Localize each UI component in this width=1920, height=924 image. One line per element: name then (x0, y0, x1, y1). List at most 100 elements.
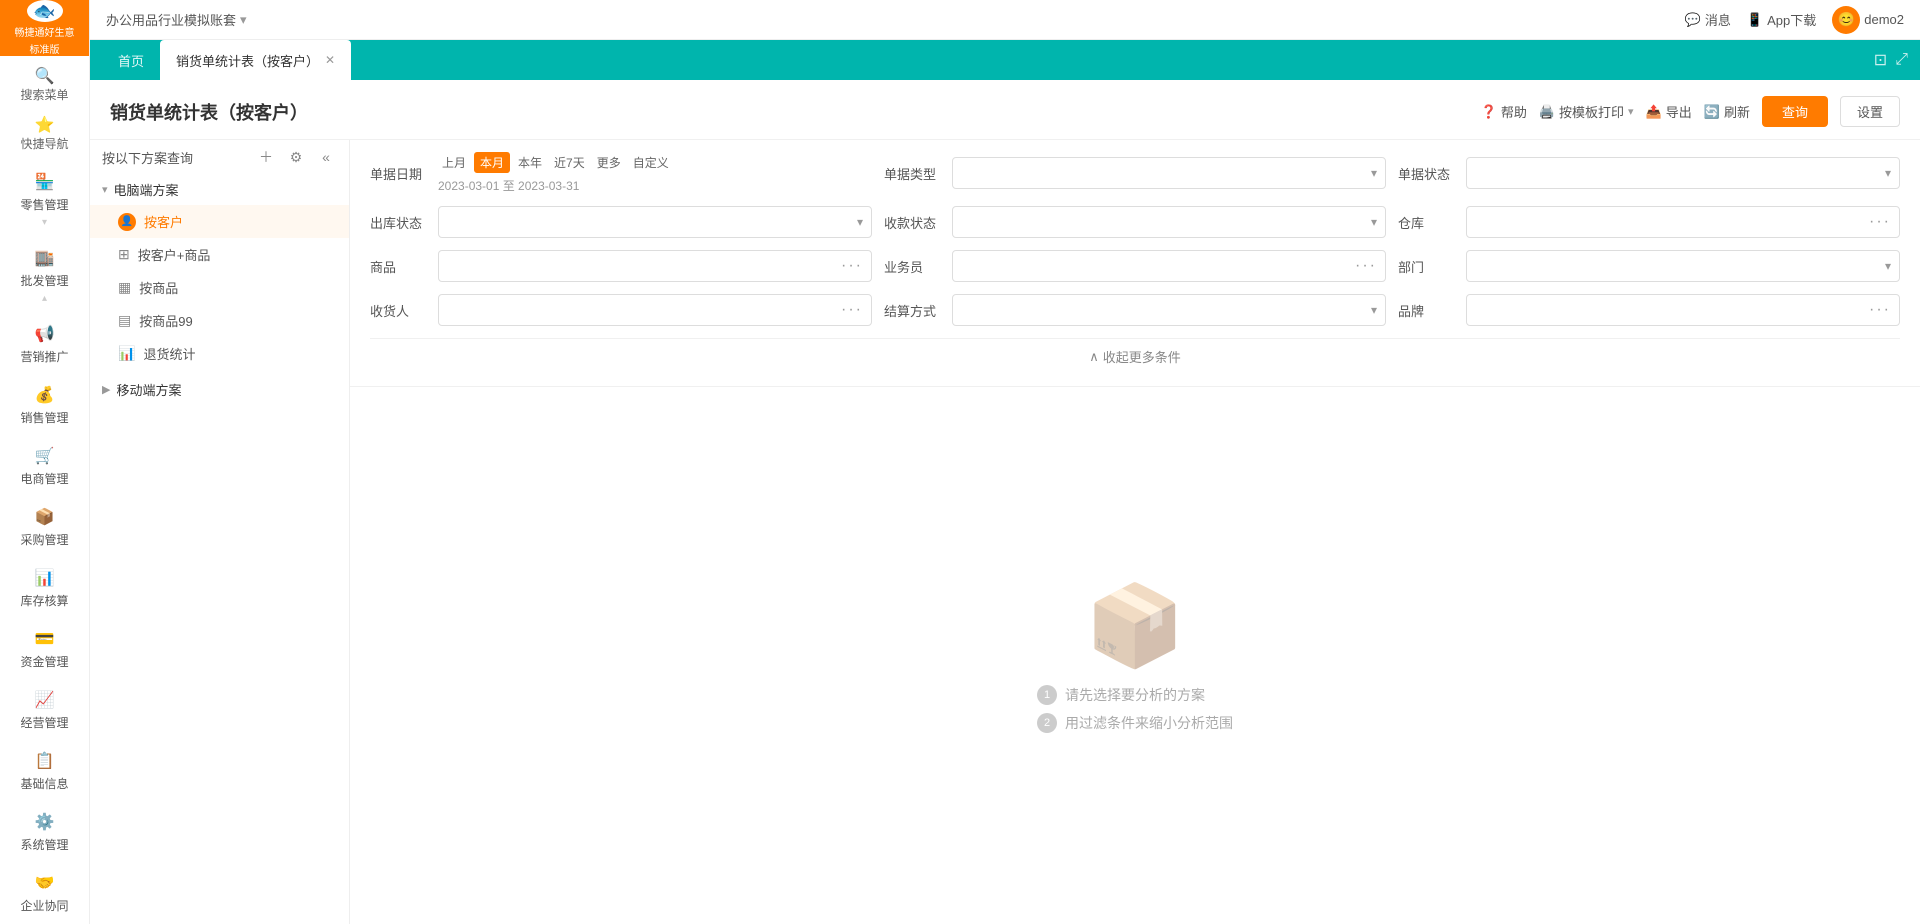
salesperson-control[interactable]: ··· (952, 250, 1386, 282)
out-status-control[interactable]: ▾ (438, 206, 872, 238)
quick-nav[interactable]: ⭐ 快捷导航 (20, 109, 68, 158)
sidebar: 🐟 畅捷通好生意 标准版 🔍 搜索菜单 ⭐ 快捷导航 🏪 零售管理 ▾ 🏬 批发… (0, 0, 90, 924)
sidebar-item-sales[interactable]: 💰 销售管理 (0, 375, 90, 436)
filter-department: 部门 ▾ (1398, 250, 1900, 282)
scheme-group-desktop-header[interactable]: ▾ 电脑端方案 (90, 174, 349, 205)
tab-close-icon[interactable]: ✕ (325, 53, 335, 67)
operations-icon: 📈 (35, 690, 55, 710)
scheme-item-label: 按客户 (144, 212, 183, 231)
page-title: 销货单统计表（按客户） (110, 99, 308, 125)
scheme-group-mobile-label: 移动端方案 (116, 380, 181, 399)
date-tab-more[interactable]: 更多 (593, 152, 625, 173)
recipient-dots-icon: ··· (841, 301, 863, 319)
logo-subtitle: 标准版 (30, 41, 60, 56)
content: 销货单统计表（按客户） ❓ 帮助 🖨️ 按模板打印 ▾ 📤 导出 (90, 80, 1920, 924)
marketing-icon: 📢 (35, 324, 55, 344)
refresh-icon: 🔄 (1704, 104, 1720, 120)
filter-row-2: 出库状态 ▾ 收款状态 ▾ (370, 206, 1900, 238)
collapsed-chevron-icon: ▶ (102, 383, 110, 396)
collapse-bar[interactable]: ∧ 收起更多条件 (370, 338, 1900, 374)
user-profile[interactable]: 😊 demo2 (1832, 6, 1904, 34)
settings-button[interactable]: 设置 (1840, 96, 1900, 127)
print-btn[interactable]: 🖨️ 按模板打印 ▾ (1539, 102, 1634, 121)
empty-illustration: 📦 (1085, 579, 1185, 673)
filter-row-4: 收货人 ··· 结算方式 ▾ (370, 294, 1900, 326)
add-scheme-icon[interactable]: ＋ (255, 146, 277, 168)
filter-doc-type: 单据类型 ▾ (884, 157, 1386, 189)
date-tab-this-year[interactable]: 本年 (514, 152, 546, 173)
tabbar: 首页 销货单统计表（按客户） ✕ ⊡ ⤢ (90, 40, 1920, 80)
help-btn[interactable]: ❓ 帮助 (1481, 102, 1527, 121)
scheme-group-mobile-header[interactable]: ▶ 移动端方案 (90, 374, 349, 405)
scheme-item-badge: 👤 (118, 213, 136, 231)
sales-icon: 💰 (35, 385, 55, 405)
goods-control[interactable]: ··· (438, 250, 872, 282)
filter-warehouse: 仓库 ··· (1398, 206, 1900, 238)
date-tab-custom[interactable]: 自定义 (629, 152, 673, 173)
recipient-control[interactable]: ··· (438, 294, 872, 326)
scheme-panel: 按以下方案查询 ＋ ⚙ « ▾ 电脑端方案 (90, 140, 350, 924)
export-btn[interactable]: 📤 导出 (1646, 102, 1692, 121)
payment-status-control[interactable]: ▾ (952, 206, 1386, 238)
main-area: 办公用品行业模拟账套 ▾ 💬 消息 📱 App下载 😊 demo2 首页 (90, 0, 1920, 924)
search-menu[interactable]: 🔍 搜索菜单 (20, 56, 68, 109)
sidebar-item-enterprise[interactable]: 🤝 企业协同 (0, 863, 90, 924)
sidebar-item-purchase[interactable]: 📦 采购管理 (0, 497, 90, 558)
sidebar-logo[interactable]: 🐟 畅捷通好生意 标准版 (0, 0, 90, 56)
warehouse-dots-icon: ··· (1869, 213, 1891, 231)
table3-icon: ▤ (118, 312, 131, 329)
scheme-item-by-customer-goods[interactable]: ⊞ 按客户+商品 (90, 238, 349, 271)
date-tab-this-month[interactable]: 本月 (474, 152, 510, 173)
warehouse-label: 仓库 (1398, 213, 1458, 232)
industry-chevron-icon: ▾ (240, 12, 247, 28)
sidebar-item-ecommerce[interactable]: 🛒 电商管理 (0, 436, 90, 497)
date-range: 2023-03-01 至 2023-03-31 (438, 177, 872, 194)
filter-row-1: 单据日期 上月 本月 本年 近7天 更多 自定义 (370, 152, 1900, 194)
scheme-panel-icons: ＋ ⚙ « (255, 146, 337, 168)
message-btn[interactable]: 💬 消息 (1685, 10, 1731, 29)
date-tab-last-month[interactable]: 上月 (438, 152, 470, 173)
brand-control[interactable]: ··· (1466, 294, 1900, 326)
logo-text: 畅捷通好生意 (15, 24, 75, 39)
app-download-btn[interactable]: 📱 App下载 (1747, 10, 1816, 29)
doc-type-label: 单据类型 (884, 164, 944, 183)
scheme-group-desktop: ▾ 电脑端方案 👤 按客户 ⊞ 按客户+商品 (90, 174, 349, 374)
edit-scheme-icon[interactable]: ⚙ (285, 146, 307, 168)
refresh-btn[interactable]: 🔄 刷新 (1704, 102, 1750, 121)
payment-status-chevron-icon: ▾ (1371, 215, 1377, 229)
query-button[interactable]: 查询 (1762, 96, 1828, 127)
industry-selector[interactable]: 办公用品行业模拟账套 ▾ (106, 10, 247, 29)
sidebar-item-operations[interactable]: 📈 经营管理 (0, 680, 90, 741)
doc-status-control[interactable]: ▾ (1466, 157, 1900, 189)
page-header: 销货单统计表（按客户） ❓ 帮助 🖨️ 按模板打印 ▾ 📤 导出 (90, 80, 1920, 140)
enterprise-icon: 🤝 (35, 873, 55, 893)
settlement-control[interactable]: ▾ (952, 294, 1386, 326)
filter-doc-status: 单据状态 ▾ (1398, 157, 1900, 189)
date-tab-7days[interactable]: 近7天 (550, 152, 589, 173)
collapse-scheme-icon[interactable]: « (315, 146, 337, 168)
scheme-panel-header: 按以下方案查询 ＋ ⚙ « (90, 140, 349, 174)
scheme-item-by-goods[interactable]: ▦ 按商品 (90, 271, 349, 304)
inventory-icon: 📊 (35, 568, 55, 588)
warehouse-control[interactable]: ··· (1466, 206, 1900, 238)
sidebar-item-inventory[interactable]: 📊 库存核算 (0, 558, 90, 619)
basic-icon: 📋 (35, 751, 55, 771)
tab-sales-stat[interactable]: 销货单统计表（按客户） ✕ (160, 40, 351, 80)
tab-home[interactable]: 首页 (102, 40, 160, 80)
doc-type-control[interactable]: ▾ (952, 157, 1386, 189)
scheme-group-desktop-label: 电脑端方案 (114, 180, 179, 199)
empty-hint-1: 1 请先选择要分析的方案 (1037, 685, 1233, 705)
sidebar-item-basic[interactable]: 📋 基础信息 (0, 741, 90, 802)
sidebar-item-retail[interactable]: 🏪 零售管理 ▾ (0, 162, 90, 238)
sidebar-item-system[interactable]: ⚙️ 系统管理 (0, 802, 90, 863)
scheme-item-by-goods-99[interactable]: ▤ 按商品99 (90, 304, 349, 337)
settlement-label: 结算方式 (884, 301, 944, 320)
sidebar-item-marketing[interactable]: 📢 营销推广 (0, 314, 90, 375)
window-restore-icon[interactable]: ⊡ (1874, 50, 1887, 70)
scheme-item-return-stat[interactable]: 📊 退货统计 (90, 337, 349, 370)
window-expand-icon[interactable]: ⤢ (1895, 51, 1908, 69)
sidebar-item-finance[interactable]: 💳 资金管理 (0, 619, 90, 680)
sidebar-item-wholesale[interactable]: 🏬 批发管理 ▴ (0, 238, 90, 314)
department-control[interactable]: ▾ (1466, 250, 1900, 282)
scheme-item-by-customer[interactable]: 👤 按客户 (90, 205, 349, 238)
